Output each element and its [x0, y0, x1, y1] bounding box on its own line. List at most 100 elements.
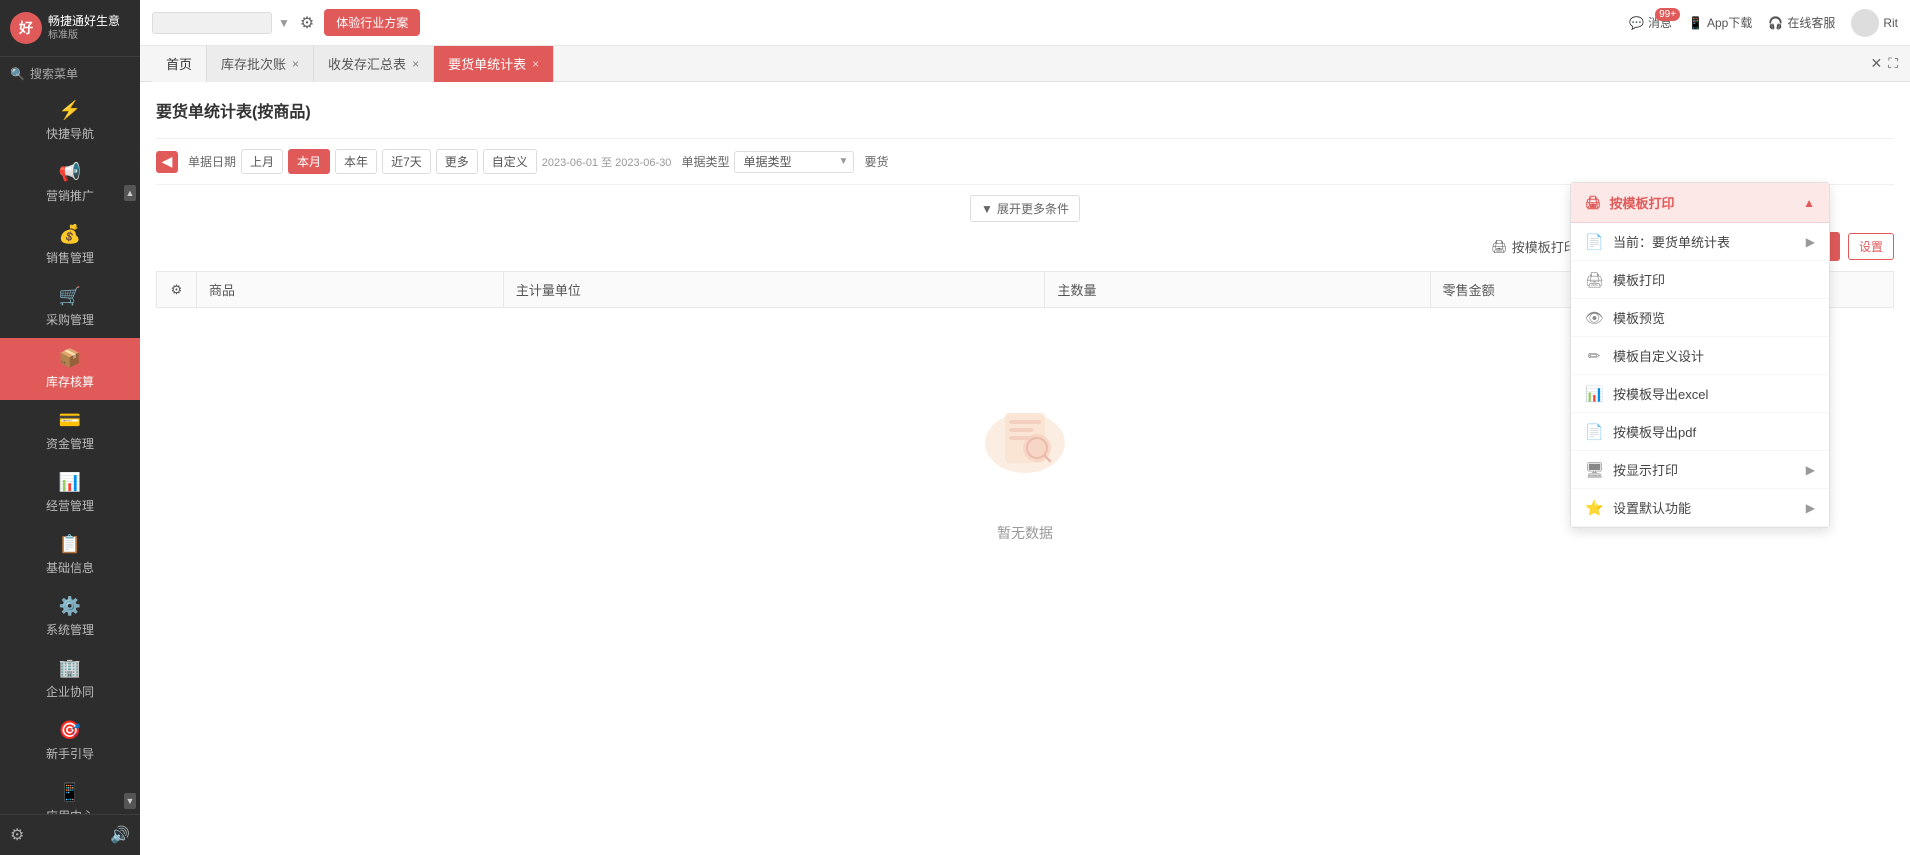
message-badge: 99+	[1655, 8, 1680, 21]
trial-button[interactable]: 体验行业方案	[324, 9, 420, 36]
tab-inventory-batch-label: 库存批次账	[221, 54, 286, 73]
tab-inventory-batch-close[interactable]: ×	[292, 57, 299, 71]
print-icon: 🖨	[1491, 239, 1508, 255]
template-export-excel-label: 按模板导出excel	[1613, 384, 1708, 403]
dropdown-header-chevron: ▲	[1803, 196, 1815, 210]
tab-order-stats-close[interactable]: ×	[532, 57, 539, 71]
dropdown-display-print[interactable]: 🖥 按显示打印 ▶	[1571, 451, 1829, 489]
tab-inventory-batch[interactable]: 库存批次账 ×	[207, 46, 314, 82]
sidebar-item-label: 采购管理	[46, 311, 94, 328]
sales-icon: 💰	[59, 224, 81, 245]
date-custom-button[interactable]: 自定义	[483, 149, 537, 174]
logo-icon: 好	[10, 12, 42, 44]
tab-order-stats[interactable]: 要货单统计表 ×	[434, 46, 554, 82]
print-label: 按模板打印	[1512, 237, 1577, 256]
dropdown-template-export-pdf[interactable]: 📄 按模板导出pdf	[1571, 413, 1829, 451]
date-current-month-button[interactable]: 本月	[288, 149, 330, 174]
breadcrumb-input[interactable]	[152, 12, 272, 34]
sidebar-item-label: 新手引导	[46, 745, 94, 762]
sidebar-item-marketing[interactable]: 📢 营销推广	[0, 152, 140, 214]
sidebar-item-label: 基础信息	[46, 559, 94, 576]
speaker-footer-icon[interactable]: 🔊	[110, 825, 130, 845]
display-print-icon: 🖥	[1585, 461, 1603, 479]
sidebar-item-system[interactable]: ⚙️ 系统管理	[0, 586, 140, 648]
dropdown-current-item[interactable]: 📄 当前：要货单统计表 ▶	[1571, 223, 1829, 261]
sidebar-scroll-up[interactable]: ▲	[124, 185, 136, 201]
settings-button[interactable]: 设置	[1848, 233, 1894, 260]
page-content: 要货单统计表(按商品) ◀ 单据日期 上月 本月 本年 近7天 更多 自定义 2…	[140, 82, 1910, 855]
sidebar-item-operation[interactable]: 📊 经营管理	[0, 462, 140, 524]
user-avatar	[1851, 9, 1879, 37]
header-app-download[interactable]: 📱 App下载	[1688, 14, 1752, 31]
date-recent7-button[interactable]: 近7天	[382, 149, 431, 174]
sidebar-item-app-center[interactable]: 📱 应用中心	[0, 772, 140, 814]
user-name: Rit	[1883, 16, 1898, 30]
dropdown-template-design[interactable]: ✏ 模板自定义设计	[1571, 337, 1829, 375]
sidebar-item-enterprise[interactable]: 🏢 企业协同	[0, 648, 140, 710]
table-header-product: 商品	[197, 272, 504, 308]
marketing-icon: 📢	[59, 162, 81, 183]
sidebar-item-finance[interactable]: 💳 资金管理	[0, 400, 140, 462]
order-type-select[interactable]: 单据类型	[734, 151, 854, 173]
online-service-label: 在线客服	[1787, 14, 1835, 31]
order-type-label: 单据类型	[681, 153, 729, 170]
tab-maximize-button[interactable]: ⛶	[1888, 55, 1898, 72]
dropdown-header[interactable]: 🖨 按模板打印 ▲	[1571, 183, 1829, 223]
header-message[interactable]: 💬 消息 99+	[1629, 14, 1672, 31]
tab-receivable-summary-close[interactable]: ×	[412, 57, 419, 71]
sidebar-search[interactable]: 🔍 搜索菜单	[0, 57, 140, 90]
header-gear-button[interactable]: ⚙	[296, 9, 318, 37]
tab-receivable-summary[interactable]: 收发存汇总表 ×	[314, 46, 434, 82]
filter-bar: ◀ 单据日期 上月 本月 本年 近7天 更多 自定义 2023-06-01 至 …	[156, 138, 1894, 185]
expand-conditions-button[interactable]: ▼ 展开更多条件	[970, 195, 1080, 222]
dropdown-template-preview[interactable]: 👁 模板预览	[1571, 299, 1829, 337]
print-dropdown: 🖨 按模板打印 ▲ 📄 当前：要货单统计表 ▶ 🖨 模板打印 👁	[1570, 182, 1830, 528]
sidebar-item-quick-nav[interactable]: ⚡ 快捷导航	[0, 90, 140, 152]
dropdown-template-print[interactable]: 🖨 模板打印	[1571, 261, 1829, 299]
tab-receivable-summary-label: 收发存汇总表	[328, 54, 406, 73]
dropdown-template-export-excel[interactable]: 📊 按模板导出excel	[1571, 375, 1829, 413]
sidebar-item-label: 系统管理	[46, 621, 94, 638]
system-icon: ⚙️	[59, 596, 81, 617]
table-header-unit: 主计量单位	[503, 272, 1045, 308]
settings-footer-icon[interactable]: ⚙	[10, 825, 24, 845]
sidebar-item-label: 快捷导航	[46, 125, 94, 142]
sidebar-item-label: 营销推广	[46, 187, 94, 204]
dropdown-title: 按模板打印	[1610, 193, 1675, 212]
inventory-icon: 📦	[59, 348, 81, 369]
template-design-label: 模板自定义设计	[1613, 346, 1704, 365]
date-current-year-button[interactable]: 本年	[335, 149, 377, 174]
template-preview-icon: 👁	[1585, 309, 1603, 327]
app-name: 畅捷通好生意	[48, 13, 120, 30]
header-right: 💬 消息 99+ 📱 App下载 🎧 在线客服 Rit	[1629, 9, 1898, 37]
date-more-button[interactable]: 更多	[436, 149, 478, 174]
template-print-icon: 🖨	[1585, 271, 1603, 289]
table-header-settings[interactable]: ⚙	[157, 272, 197, 308]
filter-toggle-button[interactable]: ◀	[156, 151, 178, 173]
sidebar-scroll-down[interactable]: ▼	[124, 793, 136, 809]
sidebar-item-label: 企业协同	[46, 683, 94, 700]
sidebar-item-sales[interactable]: 💰 销售管理	[0, 214, 140, 276]
tab-close-all-button[interactable]: ✕	[1870, 55, 1882, 72]
header-online-service[interactable]: 🎧 在线客服	[1768, 14, 1835, 31]
sidebar-item-guide[interactable]: 🎯 新手引导	[0, 710, 140, 772]
order-type-select-wrapper: 单据类型	[734, 151, 854, 173]
dropdown-set-default[interactable]: ⭐ 设置默认功能 ▶	[1571, 489, 1829, 527]
template-design-icon: ✏	[1585, 347, 1603, 365]
header-user[interactable]: Rit	[1851, 9, 1898, 37]
date-prev-month-button[interactable]: 上月	[241, 149, 283, 174]
date-label: 单据日期	[188, 153, 236, 170]
current-label: 当前：要货单统计表	[1613, 232, 1730, 251]
enterprise-icon: 🏢	[59, 658, 81, 679]
app-sub: 标准版	[48, 29, 120, 43]
app-download-icon: 📱	[1688, 16, 1703, 30]
template-print-label: 模板打印	[1613, 270, 1665, 289]
display-print-label: 按显示打印	[1613, 460, 1678, 479]
app-download-label: App下载	[1707, 14, 1752, 31]
sidebar-item-purchase[interactable]: 🛒 采购管理	[0, 276, 140, 338]
quick-nav-icon: ⚡	[59, 100, 81, 121]
sidebar-item-base-info[interactable]: 📋 基础信息	[0, 524, 140, 586]
sidebar-item-inventory[interactable]: 📦 库存核算	[0, 338, 140, 400]
finance-icon: 💳	[59, 410, 81, 431]
tab-home[interactable]: 首页	[152, 46, 207, 82]
